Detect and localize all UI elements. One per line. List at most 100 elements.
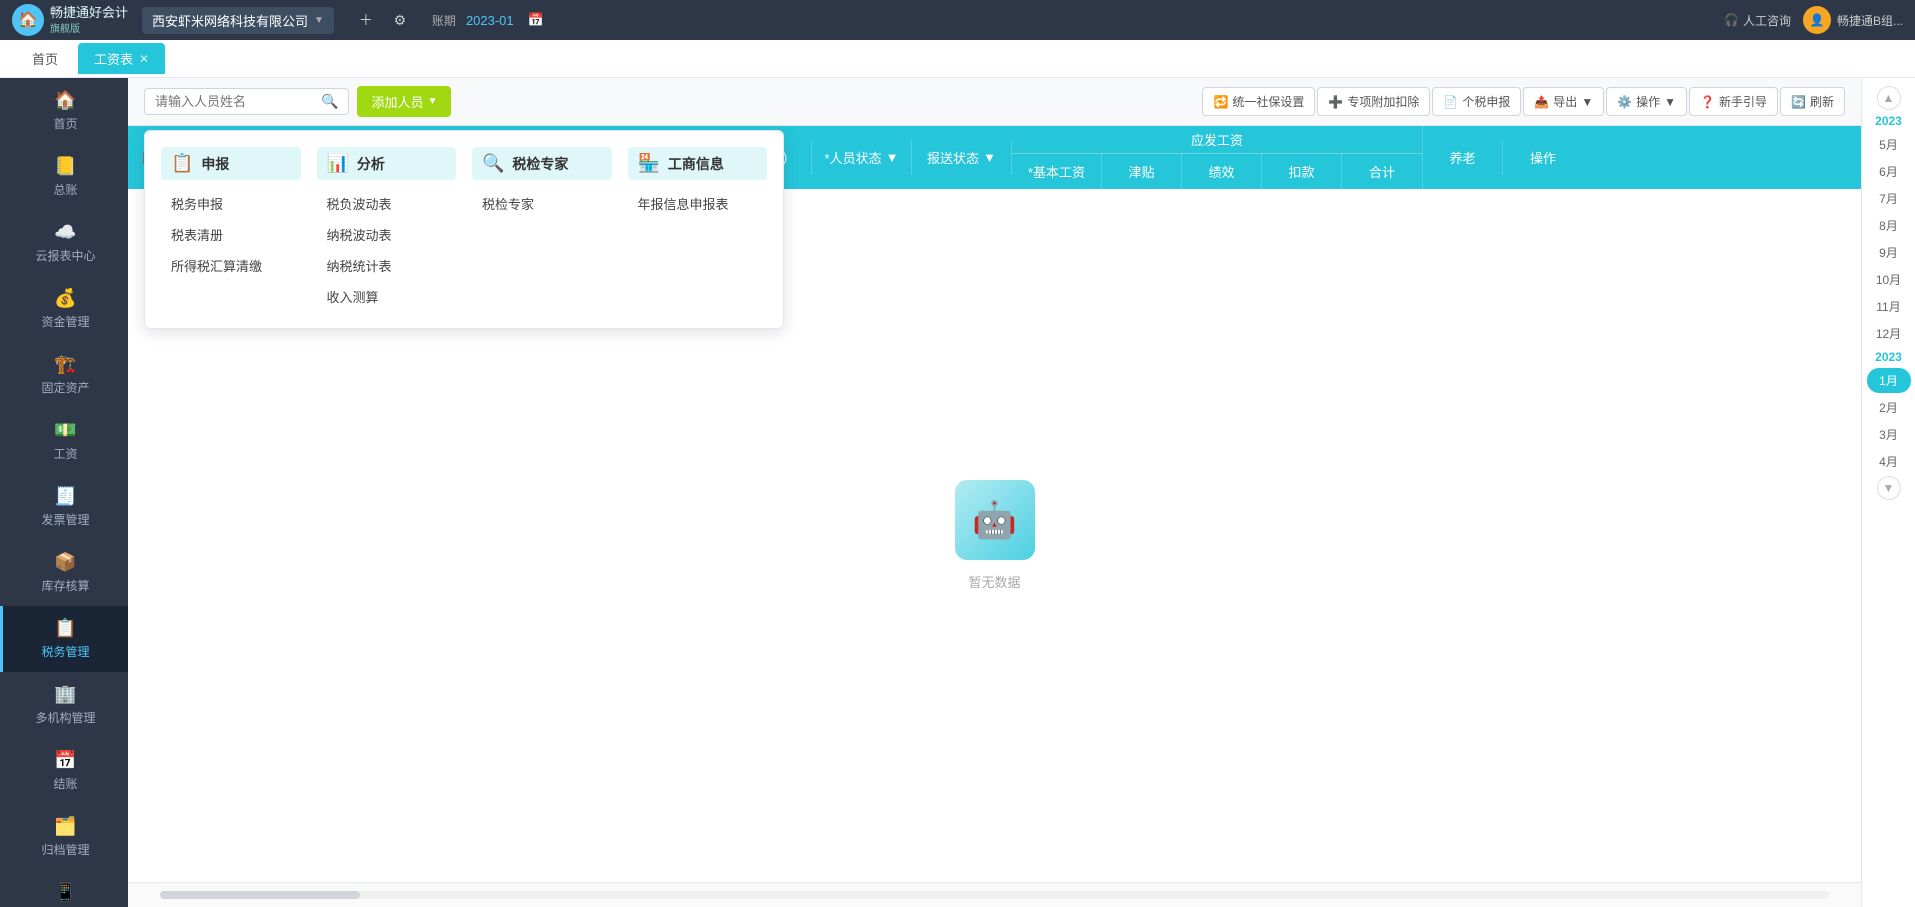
section-header-business: 🏪 工商信息 <box>628 147 768 180</box>
timeline-month-3[interactable]: 3月 <box>1867 422 1911 447</box>
declaration-icon: 📋 <box>171 153 193 174</box>
app-sub: 旗舰版 <box>50 20 128 35</box>
section-header-analysis: 📊 分析 <box>317 147 457 180</box>
timeline-month-1[interactable]: 1月 <box>1867 368 1911 393</box>
right-timeline-panel: ▲ 2023 5月 6月 7月 8月 9月 10月 11月 12月 2023 1… <box>1861 78 1915 907</box>
social-insurance-label: 统一社保设置 <box>1232 93 1304 110</box>
operation-btn[interactable]: ⚙️ 操作 ▼ <box>1606 87 1687 116</box>
export-btn[interactable]: 📤 导出 ▼ <box>1523 87 1604 116</box>
dropdown-section-tax-expert: 🔍 税检专家 税检专家 <box>472 147 612 312</box>
sidebar-item-tax[interactable]: 📋 税务管理 <box>0 606 128 672</box>
new-guide-label: 新手引导 <box>1719 93 1767 110</box>
tax-declaration-icon: 📄 <box>1443 95 1458 109</box>
tax-wave-label: 纳税波动表 <box>327 228 392 243</box>
company-selector[interactable]: 西安虾米网络科技有限公司 ▼ <box>142 7 334 34</box>
th-payroll-group: 应发工资 *基本工资 津贴 绩效 扣款 合计 <box>1012 126 1423 189</box>
search-box: 🔍 <box>144 88 349 115</box>
sidebar-label-ledger: 总账 <box>53 181 77 198</box>
user-info[interactable]: 👤 畅捷通B组... <box>1803 6 1903 34</box>
th-person-status[interactable]: *人员状态 ▼ <box>812 140 912 175</box>
scroll-thumb[interactable] <box>160 891 360 899</box>
ledger-icon: 📒 <box>54 156 76 177</box>
tab-home[interactable]: 首页 <box>16 43 74 74</box>
dropdown-menu: 📋 申报 税务申报 税表清册 所得税汇算清缴 📊 分析 <box>144 130 784 329</box>
filter-icon-person: ▼ <box>886 150 899 165</box>
tab-close-icon[interactable]: ✕ <box>139 52 149 66</box>
sidebar-item-mini-sales[interactable]: 📱 小畅报销 <box>0 870 128 907</box>
timeline-month-2[interactable]: 2月 <box>1867 395 1911 420</box>
sidebar-item-fixed-assets[interactable]: 🏗️ 固定资产 <box>0 342 128 408</box>
timeline-month-8[interactable]: 8月 <box>1867 213 1911 238</box>
new-guide-btn[interactable]: ❓ 新手引导 <box>1689 87 1778 116</box>
social-insurance-btn[interactable]: 🔁 统一社保设置 <box>1202 87 1315 116</box>
add-person-label: 添加人员 <box>371 92 423 111</box>
sidebar: 🏠 首页 📒 总账 ☁️ 云报表中心 💰 资金管理 🏗️ 固定资产 💵 工资 🧾… <box>0 78 128 907</box>
tab-payroll[interactable]: 工资表 ✕ <box>78 43 165 74</box>
timeline-month-4[interactable]: 4月 <box>1867 449 1911 474</box>
sidebar-label-tax: 税务管理 <box>41 643 89 660</box>
search-input[interactable] <box>155 94 315 109</box>
menu-item-tax-stats[interactable]: 纳税统计表 <box>317 250 457 281</box>
menu-item-annual-report[interactable]: 年报信息申报表 <box>628 188 768 219</box>
sidebar-item-period-end[interactable]: 📅 结账 <box>0 738 128 804</box>
dropdown-section-analysis: 📊 分析 税负波动表 纳税波动表 纳税统计表 收入测算 <box>317 147 457 312</box>
sidebar-item-fund[interactable]: 💰 资金管理 <box>0 276 128 342</box>
filter-icon-submit: ▼ <box>983 150 996 165</box>
sidebar-item-multi-org[interactable]: 🏢 多机构管理 <box>0 672 128 738</box>
th-submit-status[interactable]: 报送状态 ▼ <box>912 140 1012 175</box>
special-deduction-btn[interactable]: ➕ 专项附加扣除 <box>1317 87 1430 116</box>
sidebar-label-fund: 资金管理 <box>41 313 89 330</box>
menu-item-tax-burden[interactable]: 税负波动表 <box>317 188 457 219</box>
scroll-track[interactable] <box>160 891 1829 899</box>
add-company-btn[interactable]: ＋ <box>352 6 380 34</box>
tax-form-list-label: 税表清册 <box>171 228 223 243</box>
logo-icon: 🏠 <box>12 4 44 36</box>
refresh-btn[interactable]: 🔄 刷新 <box>1780 87 1845 116</box>
income-estimate-label: 收入测算 <box>327 290 379 305</box>
content-area: 🏠 首页 📒 总账 ☁️ 云报表中心 💰 资金管理 🏗️ 固定资产 💵 工资 🧾… <box>0 78 1915 907</box>
sidebar-item-ledger[interactable]: 📒 总账 <box>0 144 128 210</box>
menu-item-income-estimate[interactable]: 收入测算 <box>317 281 457 312</box>
menu-item-tax-declaration[interactable]: 税务申报 <box>161 188 301 219</box>
export-icon: 📤 <box>1534 95 1549 109</box>
th-operation: 操作 <box>1503 140 1583 175</box>
payroll-subheaders: *基本工资 津贴 绩效 扣款 合计 <box>1012 154 1422 189</box>
service-btn[interactable]: 🎧 人工咨询 <box>1724 12 1791 29</box>
calendar-icon[interactable]: 📅 <box>528 12 544 28</box>
tax-declaration-btn[interactable]: 📄 个税申报 <box>1432 87 1521 116</box>
menu-item-tax-form-list[interactable]: 税表清册 <box>161 219 301 250</box>
timeline-month-5[interactable]: 5月 <box>1867 132 1911 157</box>
special-deduction-icon: ➕ <box>1328 95 1343 109</box>
social-insurance-icon: 🔁 <box>1213 95 1228 109</box>
timeline-month-9[interactable]: 9月 <box>1867 240 1911 265</box>
sidebar-item-home[interactable]: 🏠 首页 <box>0 78 128 144</box>
menu-item-tax-wave[interactable]: 纳税波动表 <box>317 219 457 250</box>
sidebar-item-archive[interactable]: 🗂️ 归档管理 <box>0 804 128 870</box>
home-icon: 🏠 <box>54 90 76 111</box>
timeline-month-12[interactable]: 12月 <box>1867 321 1911 346</box>
top-right: 🎧 人工咨询 👤 畅捷通B组... <box>1724 6 1903 34</box>
timeline-down-btn[interactable]: ▼ <box>1877 476 1901 500</box>
timeline-month-7[interactable]: 7月 <box>1867 186 1911 211</box>
tax-declaration-item-label: 税务申报 <box>171 197 223 212</box>
sidebar-label-cloud: 云报表中心 <box>35 247 95 264</box>
settings-icon[interactable]: ⚙ <box>386 6 414 34</box>
sidebar-item-cloud-report[interactable]: ☁️ 云报表中心 <box>0 210 128 276</box>
timeline-year-2023-label: 2023 <box>1871 112 1906 130</box>
sidebar-item-inventory[interactable]: 📦 库存核算 <box>0 540 128 606</box>
menu-item-tax-expert[interactable]: 税检专家 <box>472 188 612 219</box>
section-title-business: 工商信息 <box>668 154 724 174</box>
timeline-month-6[interactable]: 6月 <box>1867 159 1911 184</box>
menu-item-income-tax-settlement[interactable]: 所得税汇算清缴 <box>161 250 301 281</box>
scrollbar-area <box>128 882 1861 907</box>
timeline-up-btn[interactable]: ▲ <box>1877 86 1901 110</box>
timeline-month-10[interactable]: 10月 <box>1867 267 1911 292</box>
sidebar-item-payroll[interactable]: 💵 工资 <box>0 408 128 474</box>
operation-label: 操作 <box>1636 93 1660 110</box>
analysis-icon: 📊 <box>327 153 349 174</box>
add-person-button[interactable]: 添加人员 ▼ <box>357 86 451 117</box>
sidebar-item-invoice[interactable]: 🧾 发票管理 <box>0 474 128 540</box>
section-header-tax-expert: 🔍 税检专家 <box>472 147 612 180</box>
special-deduction-label: 专项附加扣除 <box>1347 93 1419 110</box>
timeline-month-11[interactable]: 11月 <box>1867 294 1911 319</box>
